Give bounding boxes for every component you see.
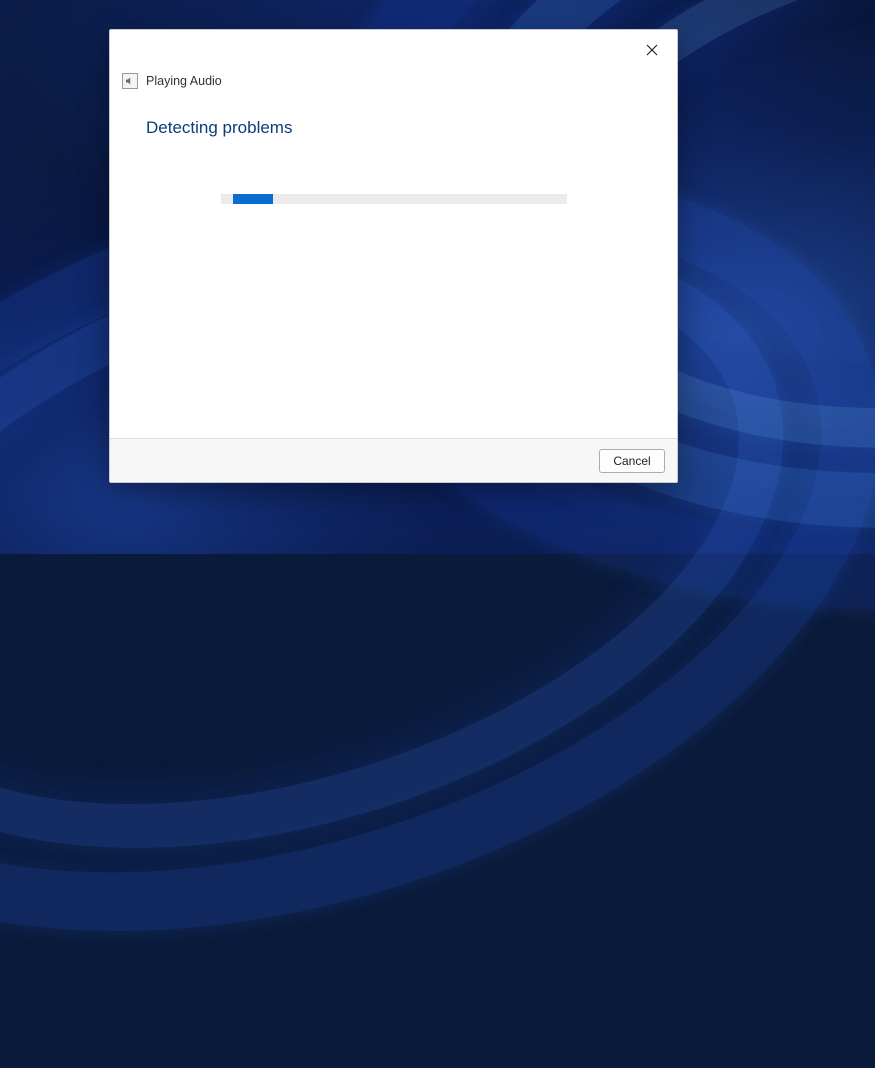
dialog-titlebar (110, 30, 677, 70)
dialog-heading: Detecting problems (146, 118, 641, 138)
dialog-footer: Cancel (110, 438, 677, 482)
troubleshooter-name: Playing Audio (146, 74, 222, 88)
audio-icon (122, 73, 138, 89)
progress-chunk (233, 194, 273, 204)
troubleshooter-dialog: Playing Audio Detecting problems Cancel (109, 29, 678, 483)
dialog-content: Detecting problems (110, 92, 677, 438)
close-button[interactable] (629, 34, 675, 66)
dialog-header: Playing Audio (110, 70, 677, 92)
close-icon (646, 44, 658, 56)
progress-bar (221, 194, 567, 204)
cancel-button[interactable]: Cancel (599, 449, 665, 473)
